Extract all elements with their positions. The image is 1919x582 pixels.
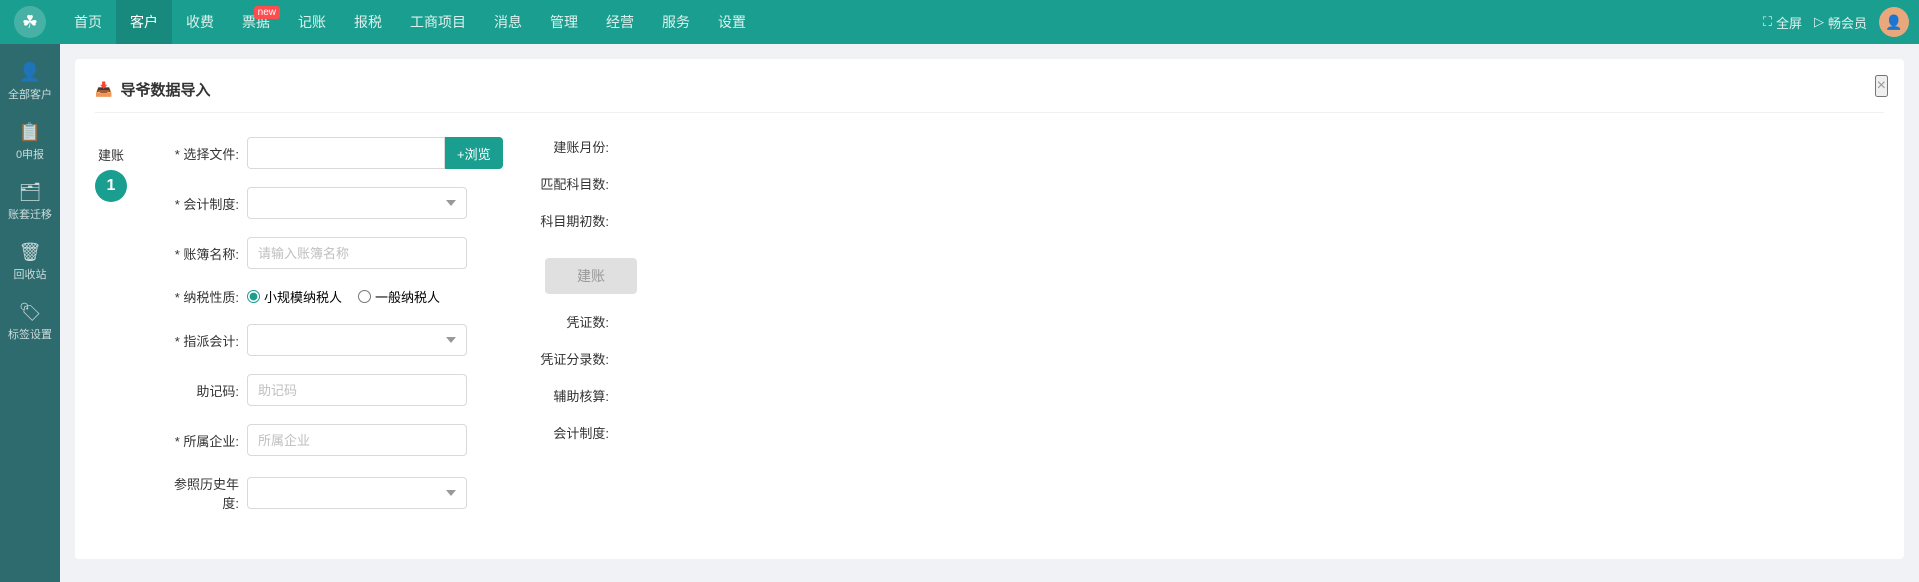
auxiliary-label: 辅助核算: [537, 386, 617, 405]
form-left: * 选择文件: +浏览 * 会计制度: [167, 137, 467, 530]
general-taxpayer-label: 一般纳税人 [375, 287, 440, 306]
tax-nature-row: * 纳税性质: 小规模纳税人 一般纳税人 [167, 287, 467, 306]
build-month-row: 建账月份: [537, 137, 797, 156]
step-indicator: 建账 1 [95, 137, 127, 202]
accountant-select[interactable] [247, 324, 467, 356]
browse-button[interactable]: +浏览 [445, 137, 503, 169]
panel-header: 📥 导爷数据导入 [95, 79, 1884, 113]
play-icon: ▷ [1814, 14, 1824, 30]
memo-row: 助记码: [167, 374, 467, 406]
accounting-system-label: * 会计制度: [167, 194, 247, 213]
fullscreen-button[interactable]: ⛶ 全屏 [1763, 13, 1802, 32]
info-accounting-label: 会计制度: [537, 423, 617, 442]
file-input-group: +浏览 [247, 137, 503, 169]
memo-input[interactable] [247, 374, 467, 406]
small-taxpayer-radio[interactable] [247, 290, 260, 303]
step-circle: 1 [95, 170, 127, 202]
sidebar-item-tags[interactable]: 🏷 标签设置 [2, 294, 58, 350]
nav-menu: 首页 客户 收费 票据 new 记账 报税 工商项目 消息 管理 经营 服务 设… [60, 0, 1763, 44]
match-subjects-row: 匹配科目数: [537, 174, 797, 193]
new-badge: new [254, 6, 280, 19]
nav-operations[interactable]: 经营 [592, 0, 648, 44]
file-row: * 选择文件: +浏览 [167, 137, 467, 169]
tags-icon: 🏷 [19, 302, 42, 323]
ledger-name-label: * 账簿名称: [167, 244, 247, 263]
nav-bookkeeping[interactable]: 记账 [284, 0, 340, 44]
step-label: 建账 [98, 145, 124, 164]
nav-tax[interactable]: 报税 [340, 0, 396, 44]
match-subjects-label: 匹配科目数: [537, 174, 617, 193]
top-navigation: ☘ 首页 客户 收费 票据 new 记账 报税 工商项目 消息 管理 经营 服务… [0, 0, 1919, 44]
tax-nature-label: * 纳税性质: [167, 287, 247, 306]
sidebar-item-recycle[interactable]: 🗑 回收站 [2, 234, 58, 290]
file-input[interactable] [247, 137, 445, 169]
member-button[interactable]: ▷ 畅会员 [1814, 13, 1867, 32]
nav-clients[interactable]: 客户 [116, 0, 172, 44]
migration-icon: 🗂 [19, 182, 42, 203]
form-content: * 选择文件: +浏览 * 会计制度: [167, 137, 1884, 530]
all-clients-icon: 👤 [19, 62, 41, 83]
voucher-row: 凭证数: [537, 312, 797, 331]
accountant-row: * 指派会计: [167, 324, 467, 356]
info-accounting-row: 会计制度: [537, 423, 797, 442]
auxiliary-row: 辅助核算: [537, 386, 797, 405]
period-balance-row: 科目期初数: [537, 211, 797, 230]
logo-icon: ☘ [22, 12, 38, 33]
import-panel: 📥 导爷数据导入 × 建账 1 * 选择文件: [75, 59, 1904, 559]
nav-services[interactable]: 服务 [648, 0, 704, 44]
sidebar: 👤 全部客户 📋 0申报 🗂 账套迁移 🗑 回收站 🏷 标签设置 [0, 44, 60, 582]
nav-management[interactable]: 管理 [536, 0, 592, 44]
small-taxpayer-label: 小规模纳税人 [264, 287, 342, 306]
panel-title: 导爷数据导入 [120, 79, 210, 100]
build-button-container: 建账 [537, 248, 797, 294]
voucher-records-label: 凭证分录数: [537, 349, 617, 368]
history-year-label: 参照历史年度: [167, 474, 247, 512]
build-account-button[interactable]: 建账 [545, 258, 637, 294]
file-label: * 选择文件: [167, 144, 247, 163]
close-button[interactable]: × [1875, 75, 1888, 97]
nav-settings[interactable]: 设置 [704, 0, 760, 44]
nav-invoices[interactable]: 票据 new [228, 0, 284, 44]
nav-home[interactable]: 首页 [60, 0, 116, 44]
voucher-records-row: 凭证分录数: [537, 349, 797, 368]
ledger-name-row: * 账簿名称: [167, 237, 467, 269]
general-taxpayer-radio[interactable] [358, 290, 371, 303]
company-input[interactable] [247, 424, 467, 456]
content-area: 📥 导爷数据导入 × 建账 1 * 选择文件: [60, 44, 1919, 582]
general-taxpayer-option[interactable]: 一般纳税人 [358, 287, 440, 306]
history-year-select[interactable] [247, 477, 467, 509]
build-month-label: 建账月份: [537, 137, 617, 156]
memo-label: 助记码: [167, 381, 247, 400]
accounting-system-row: * 会计制度: [167, 187, 467, 219]
sidebar-item-zero-declaration[interactable]: 📋 0申报 [2, 114, 58, 170]
nav-business[interactable]: 工商项目 [396, 0, 480, 44]
history-year-row: 参照历史年度: [167, 474, 467, 512]
nav-messages[interactable]: 消息 [480, 0, 536, 44]
ledger-name-input[interactable] [247, 237, 467, 269]
sidebar-item-all-clients[interactable]: 👤 全部客户 [2, 54, 58, 110]
tax-radio-group: 小规模纳税人 一般纳税人 [247, 287, 440, 306]
nav-fees[interactable]: 收费 [172, 0, 228, 44]
step-number: 1 [107, 177, 116, 195]
accounting-system-select[interactable] [247, 187, 467, 219]
sidebar-item-migration[interactable]: 🗂 账套迁移 [2, 174, 58, 230]
voucher-label: 凭证数: [537, 312, 617, 331]
step-section: 建账 1 * 选择文件: +浏览 [95, 137, 1884, 530]
recycle-icon: 🗑 [19, 242, 42, 263]
period-balance-label: 科目期初数: [537, 211, 617, 230]
user-avatar[interactable]: 👤 [1879, 7, 1909, 37]
zero-declaration-icon: 📋 [19, 122, 41, 143]
nav-right-section: ⛶ 全屏 ▷ 畅会员 👤 [1763, 7, 1909, 37]
app-logo: ☘ [10, 2, 50, 42]
info-panel: 建账月份: 匹配科目数: 科目期初数: [517, 137, 797, 530]
avatar-icon: 👤 [1885, 14, 1902, 31]
small-taxpayer-option[interactable]: 小规模纳税人 [247, 287, 342, 306]
fullscreen-icon: ⛶ [1763, 14, 1772, 30]
panel-title-icon: 📥 [95, 81, 112, 98]
company-row: * 所属企业: [167, 424, 467, 456]
accountant-label: * 指派会计: [167, 331, 247, 350]
main-layout: 👤 全部客户 📋 0申报 🗂 账套迁移 🗑 回收站 🏷 标签设置 📥 导爷数据导… [0, 44, 1919, 582]
company-label: * 所属企业: [167, 431, 247, 450]
